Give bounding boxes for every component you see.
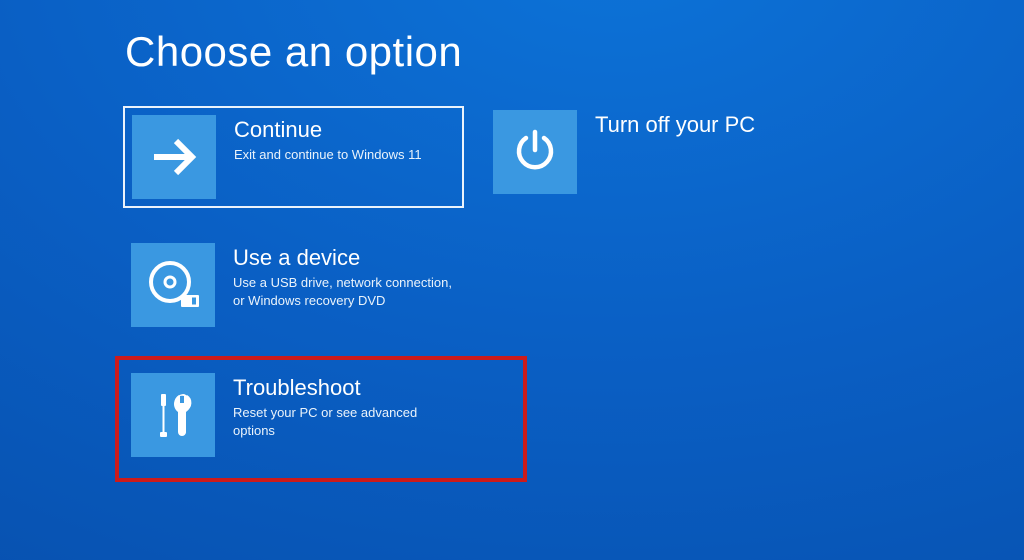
use-a-device-desc: Use a USB drive, network connection, or … xyxy=(233,274,461,309)
troubleshoot-title: Troubleshoot xyxy=(233,375,461,400)
arrow-right-icon xyxy=(132,115,216,199)
troubleshoot-tile[interactable]: Troubleshoot Reset your PC or see advanc… xyxy=(131,373,461,463)
page-title: Choose an option xyxy=(125,28,462,76)
power-icon xyxy=(493,110,577,194)
continue-tile[interactable]: Continue Exit and continue to Windows 11 xyxy=(123,106,464,208)
continue-desc: Exit and continue to Windows 11 xyxy=(234,146,422,164)
troubleshoot-desc: Reset your PC or see advanced options xyxy=(233,404,461,439)
disc-icon xyxy=(131,243,215,327)
use-a-device-tile[interactable]: Use a device Use a USB drive, network co… xyxy=(131,243,461,333)
use-a-device-title: Use a device xyxy=(233,245,461,270)
continue-title: Continue xyxy=(234,117,422,142)
turn-off-pc-title: Turn off your PC xyxy=(595,112,755,137)
tools-icon xyxy=(131,373,215,457)
turn-off-pc-tile[interactable]: Turn off your PC xyxy=(493,110,813,200)
